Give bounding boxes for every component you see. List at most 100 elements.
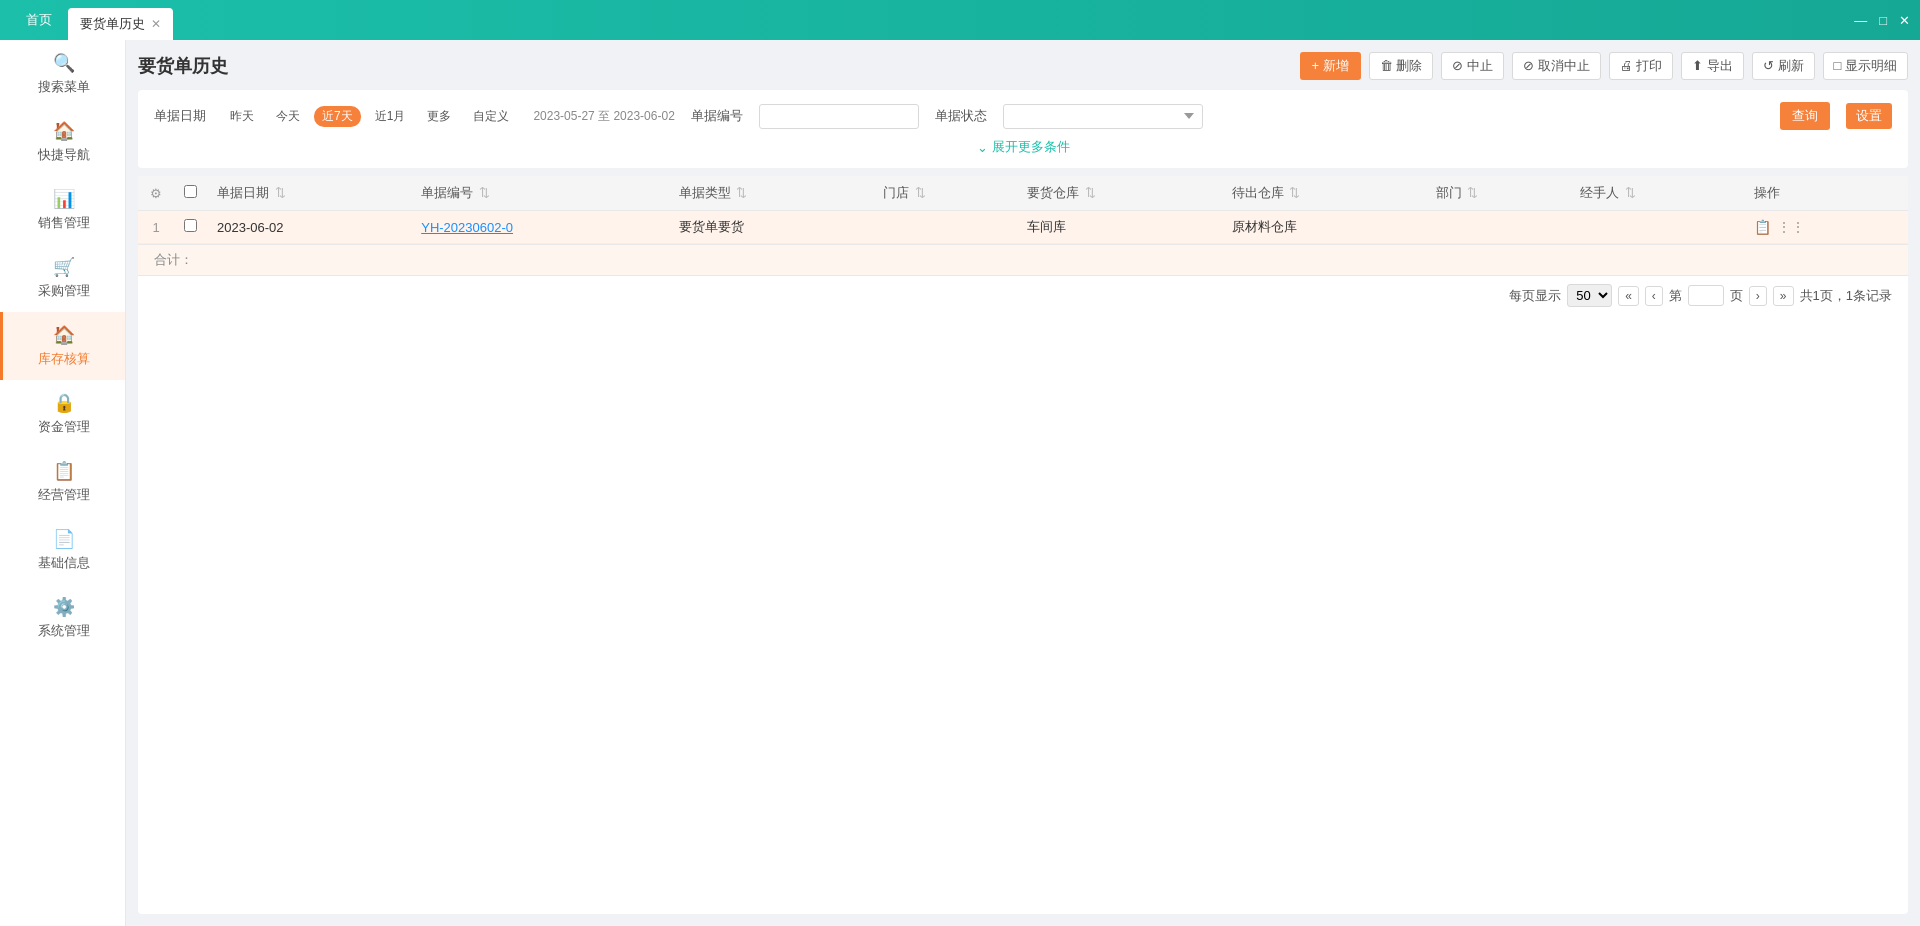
sidebar-item-label: 基础信息 [38, 554, 90, 572]
more-icon[interactable]: ⋮⋮ [1777, 219, 1805, 235]
minimize-icon[interactable]: — [1854, 13, 1867, 28]
sidebar-item-search[interactable]: 🔍 搜索菜单 [0, 40, 125, 108]
table-wrapper: ⚙ 单据日期 ⇅ 单据编号 ⇅ [138, 176, 1908, 914]
home-icon: 🏠 [53, 120, 75, 142]
sidebar-item-label: 销售管理 [38, 214, 90, 232]
col-doc-no: 单据编号 ⇅ [411, 176, 669, 211]
delete-button[interactable]: 🗑 删除 [1369, 52, 1434, 80]
gear-icon[interactable]: ⚙ [150, 186, 162, 201]
main-layout: 🔍 搜索菜单 🏠 快捷导航 📊 销售管理 🛒 采购管理 🏠 库存核算 🔒 资金管… [0, 40, 1920, 926]
toolbar: + 新增 🗑 删除 ⊘ 中止 ⊘ 取消中止 🖨 打印 ⬆ 导出 ↺ 刷新 □ 显… [1300, 52, 1908, 80]
display-detail-button[interactable]: □ 显示明细 [1823, 52, 1908, 80]
row-checkbox[interactable] [184, 219, 197, 232]
sidebar-item-sales[interactable]: 📊 销售管理 [0, 176, 125, 244]
table-row: 1 2023-06-02 YH-20230602-0 要货单要货 车间库 原材料… [138, 211, 1908, 244]
sidebar-item-label: 采购管理 [38, 282, 90, 300]
sidebar-item-system[interactable]: ⚙️ 系统管理 [0, 584, 125, 652]
tab-active-label: 要货单历史 [80, 15, 145, 33]
system-icon: ⚙️ [53, 596, 75, 618]
shortcut-today[interactable]: 今天 [268, 106, 308, 127]
table-header-row: ⚙ 单据日期 ⇅ 单据编号 ⇅ [138, 176, 1908, 211]
status-select[interactable] [1003, 104, 1203, 129]
sort-reqwh-icon[interactable]: ⇅ [1085, 185, 1096, 200]
col-doc-type: 单据类型 ⇅ [669, 176, 873, 211]
chart-icon: 📊 [53, 188, 75, 210]
doc-no-link[interactable]: YH-20230602-0 [421, 220, 513, 235]
shortcut-custom[interactable]: 自定义 [465, 106, 517, 127]
col-date: 单据日期 ⇅ [207, 176, 411, 211]
tab-active[interactable]: 要货单历史 ✕ [68, 8, 173, 40]
page-input[interactable]: 1 [1688, 285, 1724, 306]
query-button[interactable]: 查询 [1780, 102, 1830, 130]
next-page-btn[interactable]: › [1749, 286, 1767, 306]
maximize-icon[interactable]: □ [1879, 13, 1887, 28]
sidebar-item-operations[interactable]: 📋 经营管理 [0, 448, 125, 516]
edit-icon[interactable]: 📋 [1754, 219, 1771, 235]
row-pending-warehouse: 原材料仓库 [1222, 211, 1426, 244]
sidebar-item-label: 资金管理 [38, 418, 90, 436]
sort-store-icon[interactable]: ⇅ [915, 185, 926, 200]
stop-button[interactable]: ⊘ 中止 [1441, 52, 1504, 80]
operations-icon: 📋 [53, 460, 75, 482]
tab-home[interactable]: 首页 [10, 0, 68, 40]
doc-no-input[interactable] [759, 104, 919, 129]
new-button[interactable]: + 新增 [1300, 52, 1361, 80]
shortcut-yesterday[interactable]: 昨天 [222, 106, 262, 127]
row-doc-no[interactable]: YH-20230602-0 [411, 211, 669, 244]
prev-page-btn[interactable]: ‹ [1645, 286, 1663, 306]
sidebar-item-purchase[interactable]: 🛒 采购管理 [0, 244, 125, 312]
sidebar-item-base[interactable]: 📄 基础信息 [0, 516, 125, 584]
settings-button[interactable]: 设置 [1846, 103, 1892, 129]
inventory-icon: 🏠 [53, 324, 75, 346]
status-label: 单据状态 [935, 107, 987, 125]
export-button[interactable]: ⬆ 导出 [1681, 52, 1744, 80]
tab-bar: 首页 要货单历史 ✕ [10, 0, 1854, 40]
page-suffix: 页 [1730, 287, 1743, 305]
page-size-label: 每页显示 [1509, 287, 1561, 305]
select-all-checkbox[interactable] [184, 185, 197, 198]
page-title: 要货单历史 [138, 54, 228, 78]
sidebar-item-finance[interactable]: 🔒 资金管理 [0, 380, 125, 448]
close-icon[interactable]: ✕ [151, 17, 161, 31]
col-action: 操作 [1744, 176, 1908, 211]
sidebar-item-label: 库存核算 [38, 350, 90, 368]
col-settings[interactable]: ⚙ [138, 176, 174, 211]
shortcut-7days[interactable]: 近7天 [314, 106, 361, 127]
row-doc-type: 要货单要货 [669, 211, 873, 244]
cancel-stop-button[interactable]: ⊘ 取消中止 [1512, 52, 1601, 80]
cart-icon: 🛒 [53, 256, 75, 278]
action-icons: 📋 ⋮⋮ [1754, 219, 1898, 235]
content-area: 要货单历史 + 新增 🗑 删除 ⊘ 中止 ⊘ 取消中止 🖨 打印 ⬆ 导出 ↺ … [126, 40, 1920, 926]
close-window-icon[interactable]: ✕ [1899, 13, 1910, 28]
col-req-warehouse: 要货仓库 ⇅ [1017, 176, 1221, 211]
filter-row-1: 单据日期 昨天 今天 近7天 近1月 更多 自定义 2023-05-27 至 2… [154, 102, 1892, 130]
shortcut-more[interactable]: 更多 [419, 106, 459, 127]
row-handler [1570, 211, 1744, 244]
sidebar-item-label: 快捷导航 [38, 146, 90, 164]
row-num: 1 [138, 211, 174, 244]
row-actions: 📋 ⋮⋮ [1744, 211, 1908, 244]
expand-label: 展开更多条件 [992, 138, 1070, 156]
sort-dept-icon[interactable]: ⇅ [1467, 185, 1478, 200]
sidebar-item-inventory[interactable]: 🏠 库存核算 [0, 312, 125, 380]
sidebar-item-label: 搜索菜单 [38, 78, 90, 96]
shortcut-1month[interactable]: 近1月 [367, 106, 414, 127]
sidebar-item-quicknav[interactable]: 🏠 快捷导航 [0, 108, 125, 176]
col-pending-warehouse: 待出仓库 ⇅ [1222, 176, 1426, 211]
first-page-btn[interactable]: « [1618, 286, 1639, 306]
sort-docno-icon[interactable]: ⇅ [479, 185, 490, 200]
row-department [1426, 211, 1570, 244]
page-header: 要货单历史 + 新增 🗑 删除 ⊘ 中止 ⊘ 取消中止 🖨 打印 ⬆ 导出 ↺ … [138, 52, 1908, 80]
page-size-select[interactable]: 50 [1567, 284, 1612, 307]
sort-date-icon[interactable]: ⇅ [275, 185, 286, 200]
finance-icon: 🔒 [53, 392, 75, 414]
refresh-button[interactable]: ↺ 刷新 [1752, 52, 1815, 80]
sort-doctype-icon[interactable]: ⇅ [736, 185, 747, 200]
sort-pendwh-icon[interactable]: ⇅ [1289, 185, 1300, 200]
page-label: 第 [1669, 287, 1682, 305]
pagination-bar: 每页显示 50 « ‹ 第 1 页 › » 共1页，1条记录 [138, 275, 1908, 315]
print-button[interactable]: 🖨 打印 [1609, 52, 1674, 80]
last-page-btn[interactable]: » [1773, 286, 1794, 306]
expand-more[interactable]: ⌄ 展开更多条件 [154, 138, 1892, 156]
sort-handler-icon[interactable]: ⇅ [1625, 185, 1636, 200]
